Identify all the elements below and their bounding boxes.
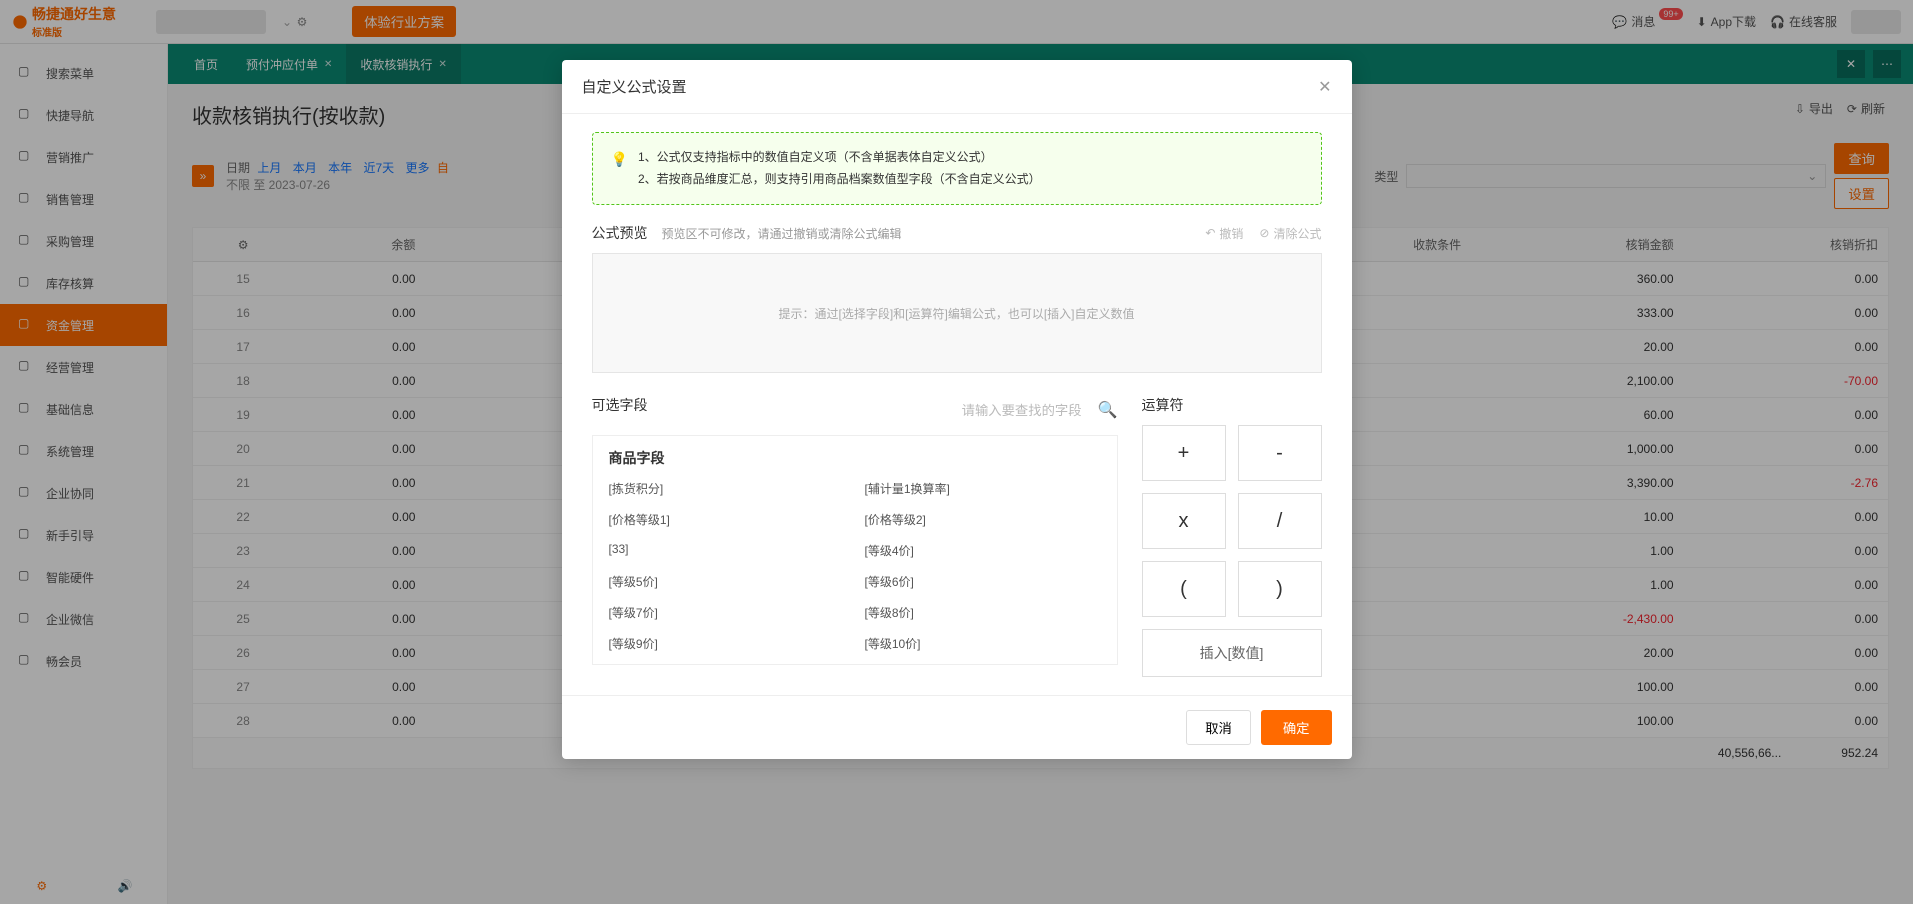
field-item[interactable]: [等级6价]: [865, 573, 1101, 590]
search-icon[interactable]: 🔍: [1098, 400, 1118, 420]
field-item[interactable]: [等级10价]: [865, 635, 1101, 652]
field-item[interactable]: [等级8价]: [865, 604, 1101, 621]
formula-preview-area: 提示：通过[选择字段]和[运算符]编辑公式，也可以[插入]自定义数值: [592, 253, 1322, 373]
tips-box: 💡 1、公式仅支持指标中的数值自定义项（不含单据表体自定义公式） 2、若按商品维…: [592, 132, 1322, 205]
operator-button-)[interactable]: ): [1238, 561, 1322, 617]
modal-header: 自定义公式设置 ✕: [562, 60, 1352, 114]
field-item[interactable]: [价格等级2]: [865, 511, 1101, 528]
preview-hint: 提示：通过[选择字段]和[运算符]编辑公式，也可以[插入]自定义数值: [778, 305, 1134, 322]
field-item[interactable]: [价格等级1]: [609, 511, 845, 528]
modal-footer: 取消 确定: [562, 695, 1352, 759]
clear-formula-button[interactable]: ⊘ 清除公式: [1259, 225, 1321, 242]
preview-title: 公式预览: [592, 223, 648, 243]
field-group-title: 商品字段: [609, 448, 1101, 468]
operators-panel: 运算符 +-x/() 插入[数值]: [1142, 395, 1322, 677]
modal-title: 自定义公式设置: [582, 76, 687, 97]
modal-body: 💡 1、公式仅支持指标中的数值自定义项（不含单据表体自定义公式） 2、若按商品维…: [562, 114, 1352, 695]
field-list[interactable]: 商品字段 [拣货积分] [辅计量1换算率] [价格等级1] [价格等级2] [33] [等…: [592, 435, 1118, 665]
field-item[interactable]: [辅计量1换算率]: [865, 480, 1101, 497]
field-item[interactable]: [等级9价]: [609, 635, 845, 652]
operator-button--[interactable]: -: [1238, 425, 1322, 481]
formula-settings-modal: 自定义公式设置 ✕ 💡 1、公式仅支持指标中的数值自定义项（不含单据表体自定义公…: [562, 60, 1352, 759]
operator-button-/[interactable]: /: [1238, 493, 1322, 549]
fields-and-ops: 可选字段 🔍 商品字段 [拣货积分] [辅计量1换算率] [价格等级1] [价格等级2…: [592, 395, 1322, 677]
insert-value-button[interactable]: 插入[数值]: [1142, 629, 1322, 677]
field-search-input[interactable]: [656, 397, 1090, 424]
operator-button-+[interactable]: +: [1142, 425, 1226, 481]
field-item[interactable]: [等级4价]: [865, 542, 1101, 559]
field-item[interactable]: [等级7价]: [609, 604, 845, 621]
cancel-button[interactable]: 取消: [1186, 710, 1251, 745]
modal-close-button[interactable]: ✕: [1318, 77, 1331, 97]
preview-section: 公式预览 预览区不可修改，请通过撤销或清除公式编辑 ↶ 撤销 ⊘ 清除公式 提示…: [592, 223, 1322, 373]
field-item[interactable]: [33]: [609, 542, 845, 559]
undo-button[interactable]: ↶ 撤销: [1205, 225, 1243, 242]
preview-subtitle: 预览区不可修改，请通过撤销或清除公式编辑: [662, 225, 902, 242]
operator-button-x[interactable]: x: [1142, 493, 1226, 549]
fields-panel: 可选字段 🔍 商品字段 [拣货积分] [辅计量1换算率] [价格等级1] [价格等级2…: [592, 395, 1118, 677]
confirm-button[interactable]: 确定: [1261, 710, 1332, 745]
fields-title: 可选字段: [592, 395, 648, 415]
operator-button-([interactable]: (: [1142, 561, 1226, 617]
field-item[interactable]: [拣货积分]: [609, 480, 845, 497]
operators-title: 运算符: [1142, 395, 1322, 415]
tip-line-2: 2、若按商品维度汇总，则支持引用商品档案数值型字段（不含自定义公式）: [638, 169, 1041, 191]
lightbulb-icon: 💡: [611, 147, 628, 190]
field-item[interactable]: [等级5价]: [609, 573, 845, 590]
tip-line-1: 1、公式仅支持指标中的数值自定义项（不含单据表体自定义公式）: [638, 147, 1041, 169]
